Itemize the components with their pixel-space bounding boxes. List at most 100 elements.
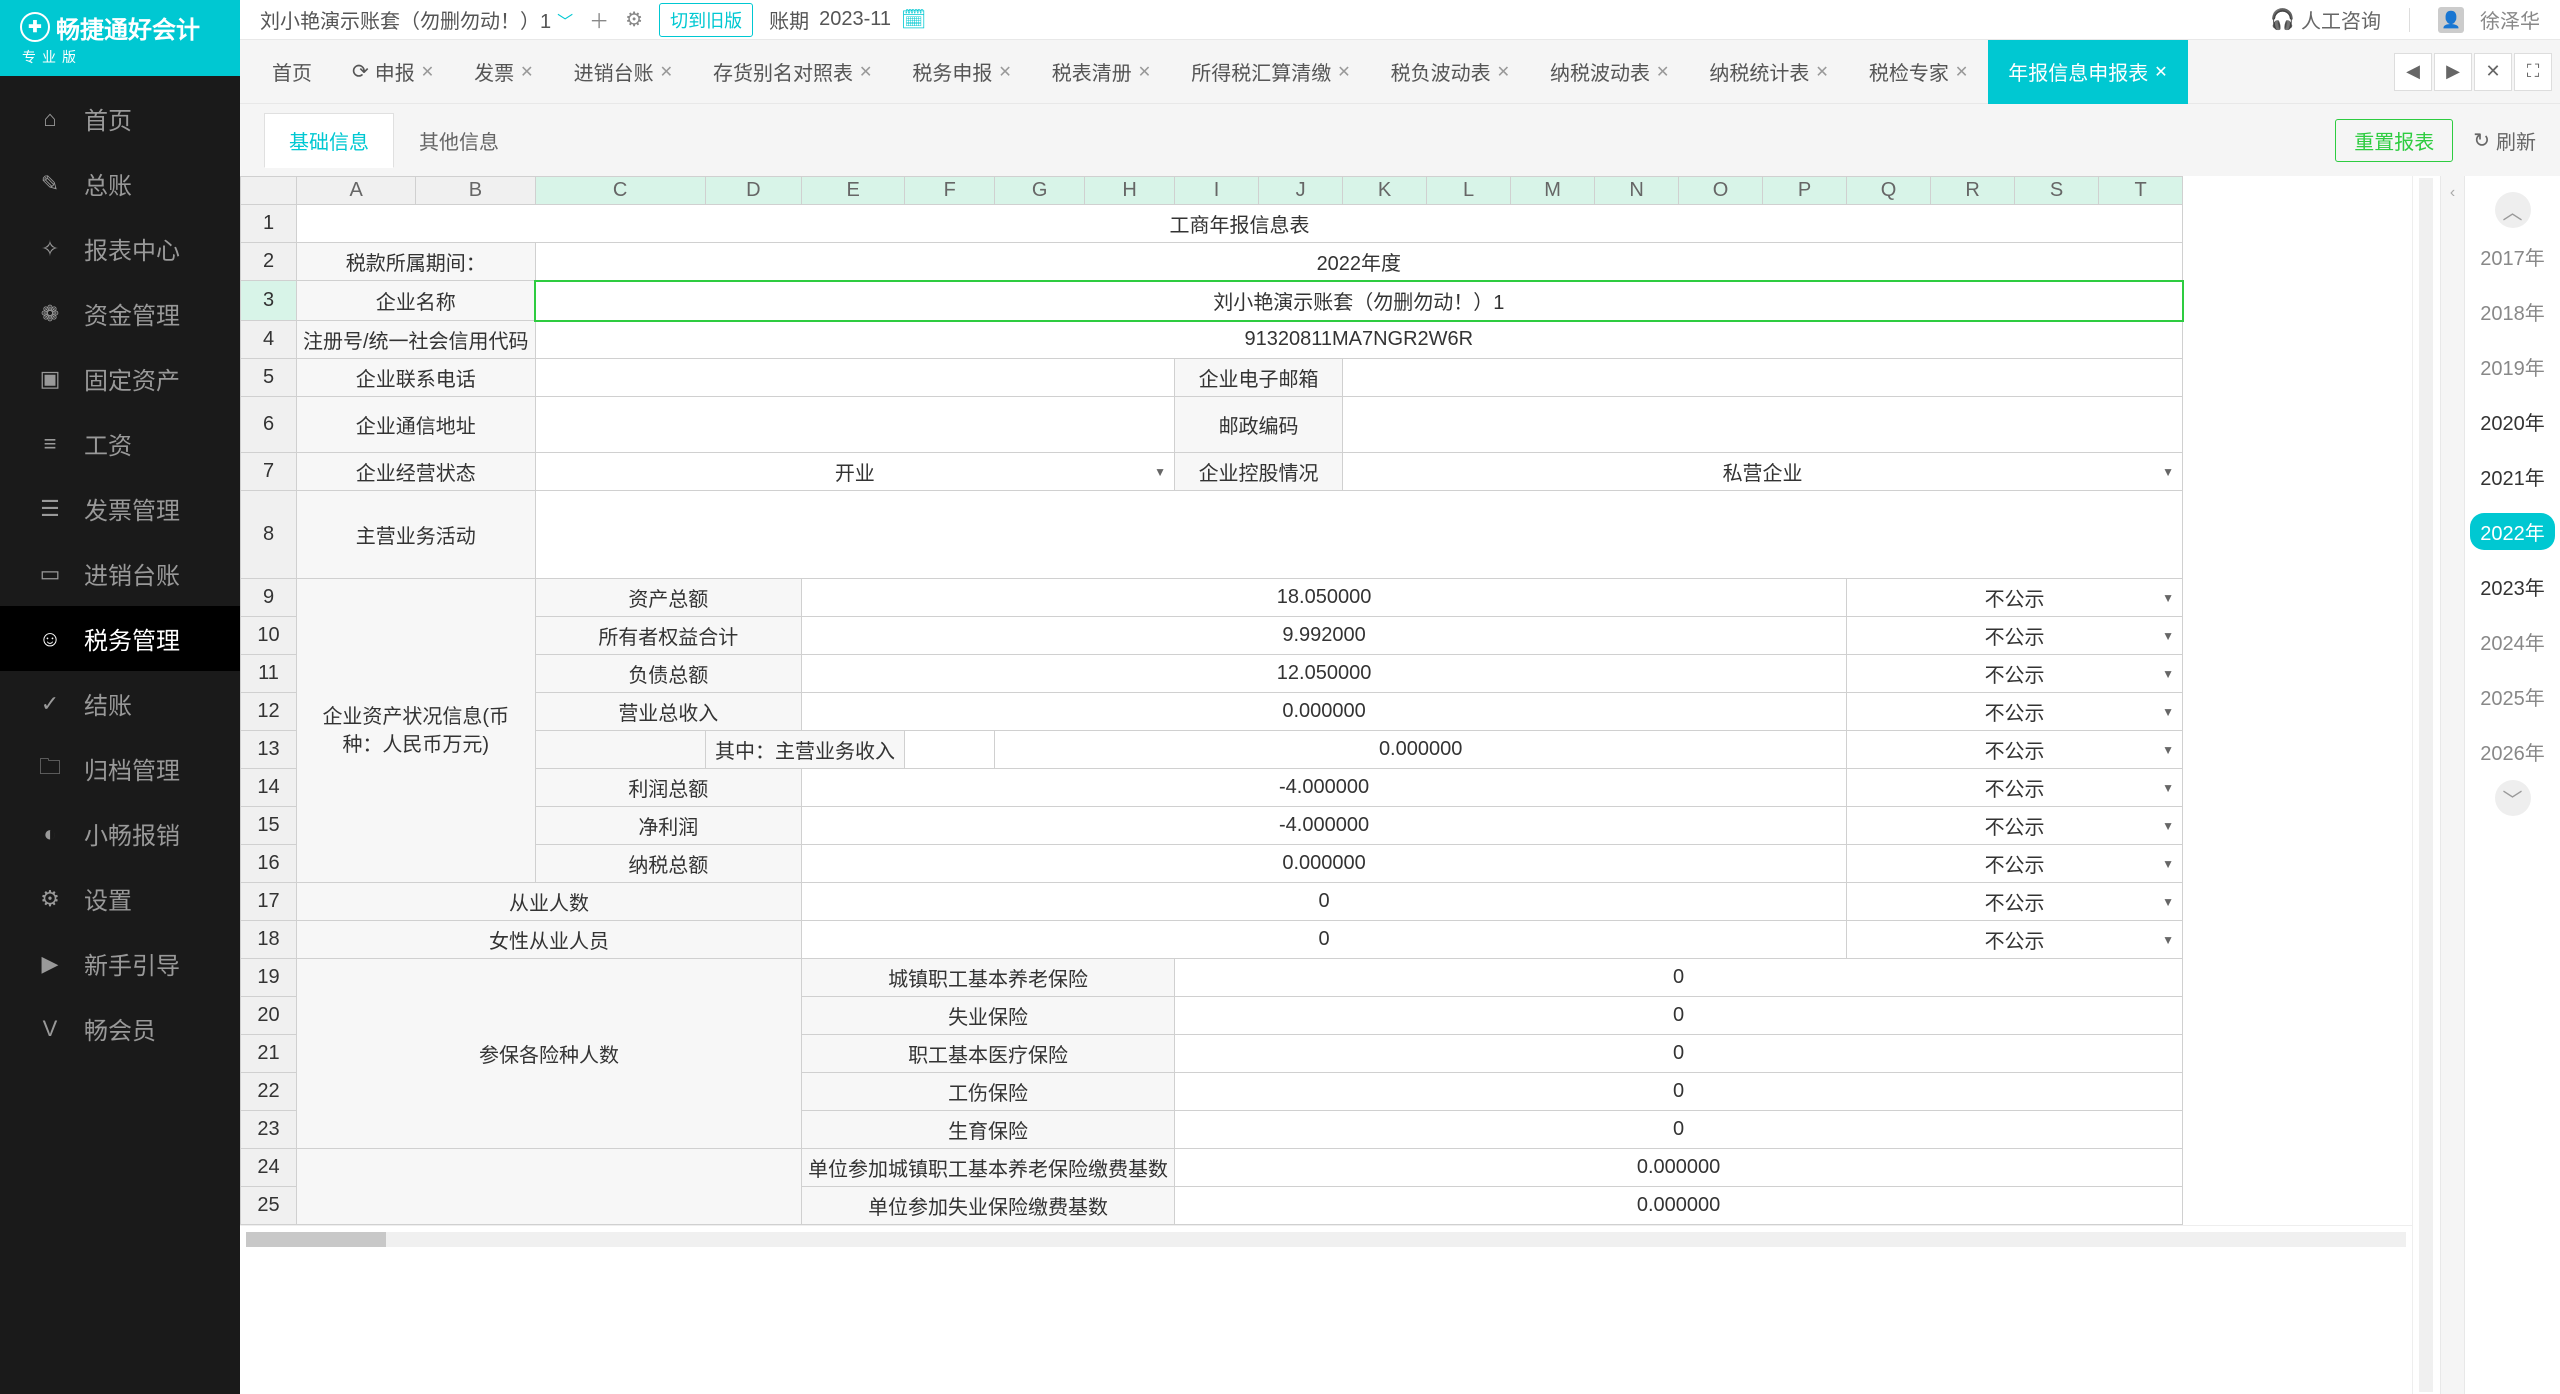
- avatar[interactable]: 👤: [2438, 7, 2464, 33]
- tab-close-icon[interactable]: ✕: [520, 62, 533, 82]
- nav-item-2[interactable]: ✧报表中心: [0, 216, 240, 281]
- tab-close-icon[interactable]: ✕: [1138, 62, 1151, 82]
- disclosure-select[interactable]: 不公示: [1847, 769, 2183, 807]
- nav-item-11[interactable]: ◐小畅报销: [0, 801, 240, 866]
- nav-item-10[interactable]: 🗀归档管理: [0, 736, 240, 801]
- nav-item-6[interactable]: ☰发票管理: [0, 476, 240, 541]
- period-label: 账期: [769, 5, 809, 34]
- add-account-icon[interactable]: ＋: [589, 5, 609, 34]
- disclosure-select[interactable]: 不公示: [1847, 883, 2183, 921]
- tab-5[interactable]: 税务申报✕: [892, 40, 1031, 104]
- nav-icon: ☺: [36, 625, 64, 653]
- tab-close-icon[interactable]: ✕: [1815, 62, 1828, 82]
- tab-prev-button[interactable]: ◀: [2394, 53, 2432, 91]
- disclosure-select[interactable]: 不公示: [1847, 845, 2183, 883]
- tab-close-icon[interactable]: ✕: [1497, 62, 1510, 82]
- nav-icon: ✧: [36, 235, 64, 263]
- account-settings-icon[interactable]: ⚙: [625, 7, 643, 32]
- tab-9[interactable]: 纳税波动表✕: [1530, 40, 1689, 104]
- fullscreen-button[interactable]: ⛶: [2514, 53, 2552, 91]
- inner-tab-other[interactable]: 其他信息: [394, 113, 524, 168]
- nav-icon: ☰: [36, 495, 64, 523]
- nav-icon: ▶: [36, 950, 64, 978]
- account-selector[interactable]: 刘小艳演示账套（勿删勿动！）1 ﹀: [260, 5, 573, 34]
- year-option[interactable]: 2018年: [2470, 293, 2555, 330]
- vertical-scrollbar[interactable]: [2412, 176, 2440, 1394]
- tab-next-button[interactable]: ▶: [2434, 53, 2472, 91]
- business-status-select[interactable]: 开业: [535, 453, 1175, 491]
- disclosure-select[interactable]: 不公示: [1847, 807, 2183, 845]
- tab-close-icon[interactable]: ✕: [421, 62, 434, 82]
- nav-item-4[interactable]: ▣固定资产: [0, 346, 240, 411]
- spreadsheet[interactable]: ABCDEFGHIJKLMNOPQRST1工商年报信息表2税款所属期间：2022…: [240, 176, 2412, 1394]
- disclosure-select[interactable]: 不公示: [1847, 921, 2183, 959]
- nav-item-0[interactable]: ⌂首页: [0, 86, 240, 151]
- year-up-button[interactable]: ︿: [2495, 192, 2531, 228]
- tab-close-icon[interactable]: ✕: [1955, 62, 1968, 82]
- nav-item-12[interactable]: ⚙设置: [0, 866, 240, 931]
- tab-close-icon[interactable]: ✕: [859, 62, 872, 82]
- year-option[interactable]: 2021年: [2470, 458, 2555, 495]
- tab-6[interactable]: 税表清册✕: [1032, 40, 1171, 104]
- nav-item-3[interactable]: ❁资金管理: [0, 281, 240, 346]
- nav-item-8[interactable]: ☺税务管理: [0, 606, 240, 671]
- year-option[interactable]: 2026年: [2470, 733, 2555, 770]
- nav-item-9[interactable]: ✓结账: [0, 671, 240, 736]
- inner-tab-basic[interactable]: 基础信息: [264, 113, 394, 168]
- year-rail: ︿ 2017年 2018年 2019年 2020年 2021年 2022年 2023年 202…: [2464, 176, 2560, 1394]
- refresh-icon: ↻: [2473, 128, 2490, 153]
- holding-select[interactable]: 私营企业: [1343, 453, 2183, 491]
- period-value[interactable]: 2023-11: [819, 8, 891, 31]
- tab-1[interactable]: ⟳申报✕: [332, 40, 454, 104]
- nav-icon: ▣: [36, 365, 64, 393]
- username: 徐泽华: [2480, 5, 2540, 34]
- nav-item-14[interactable]: V畅会员: [0, 996, 240, 1061]
- tab-3[interactable]: 进销台账✕: [554, 40, 693, 104]
- consult-link[interactable]: 🎧 人工咨询: [2270, 5, 2381, 34]
- year-option[interactable]: 2019年: [2470, 348, 2555, 385]
- tab-close-icon[interactable]: ✕: [998, 62, 1011, 82]
- disclosure-select[interactable]: 不公示: [1847, 655, 2183, 693]
- year-option[interactable]: 2017年: [2470, 238, 2555, 275]
- nav-item-5[interactable]: ≡工资: [0, 411, 240, 476]
- tab-close-icon[interactable]: ✕: [2154, 62, 2167, 82]
- tab-2[interactable]: 发票✕: [454, 40, 553, 104]
- disclosure-select[interactable]: 不公示: [1847, 731, 2183, 769]
- tab-close-icon[interactable]: ✕: [1656, 62, 1669, 82]
- nav-item-13[interactable]: ▶新手引导: [0, 931, 240, 996]
- nav-item-7[interactable]: ▭进销台账: [0, 541, 240, 606]
- company-name-cell[interactable]: 刘小艳演示账套（勿删勿动！）1: [535, 281, 2183, 321]
- year-option[interactable]: 2022年: [2470, 513, 2555, 550]
- horizontal-scrollbar[interactable]: [240, 1225, 2412, 1253]
- tab-prefix-icon: ⟳: [352, 59, 369, 84]
- year-option[interactable]: 2020年: [2470, 403, 2555, 440]
- disclosure-select[interactable]: 不公示: [1847, 617, 2183, 655]
- tab-0[interactable]: 首页: [252, 40, 332, 104]
- nav-item-1[interactable]: ✎总账: [0, 151, 240, 216]
- calendar-icon[interactable]: 🗓: [901, 7, 926, 32]
- tab-11[interactable]: 税检专家✕: [1849, 40, 1988, 104]
- content-toolbar: 基础信息 其他信息 重置报表 ↻ 刷新: [240, 104, 2560, 176]
- tab-10[interactable]: 纳税统计表✕: [1689, 40, 1848, 104]
- refresh-button[interactable]: ↻ 刷新: [2473, 126, 2536, 155]
- disclosure-select[interactable]: 不公示: [1847, 693, 2183, 731]
- tab-close-icon[interactable]: ✕: [1337, 62, 1350, 82]
- tab-8[interactable]: 税负波动表✕: [1371, 40, 1530, 104]
- year-option[interactable]: 2025年: [2470, 678, 2555, 715]
- tab-12[interactable]: 年报信息申报表✕: [1988, 40, 2187, 104]
- switch-old-button[interactable]: 切到旧版: [659, 3, 753, 37]
- nav-icon: ▭: [36, 560, 64, 588]
- brand-name: 畅捷通好会计: [56, 10, 200, 45]
- tab-close-all-button[interactable]: ✕: [2474, 53, 2512, 91]
- nav-icon: ✓: [36, 690, 64, 718]
- reset-report-button[interactable]: 重置报表: [2335, 119, 2453, 162]
- tab-7[interactable]: 所得税汇算清缴✕: [1171, 40, 1370, 104]
- tab-4[interactable]: 存货别名对照表✕: [693, 40, 892, 104]
- collapse-rail-button[interactable]: ‹: [2440, 176, 2464, 1394]
- nav-icon: ✎: [36, 170, 64, 198]
- tab-close-icon[interactable]: ✕: [660, 62, 673, 82]
- year-option[interactable]: 2023年: [2470, 568, 2555, 605]
- year-option[interactable]: 2024年: [2470, 623, 2555, 660]
- disclosure-select[interactable]: 不公示: [1847, 579, 2183, 617]
- year-down-button[interactable]: ﹀: [2495, 780, 2531, 816]
